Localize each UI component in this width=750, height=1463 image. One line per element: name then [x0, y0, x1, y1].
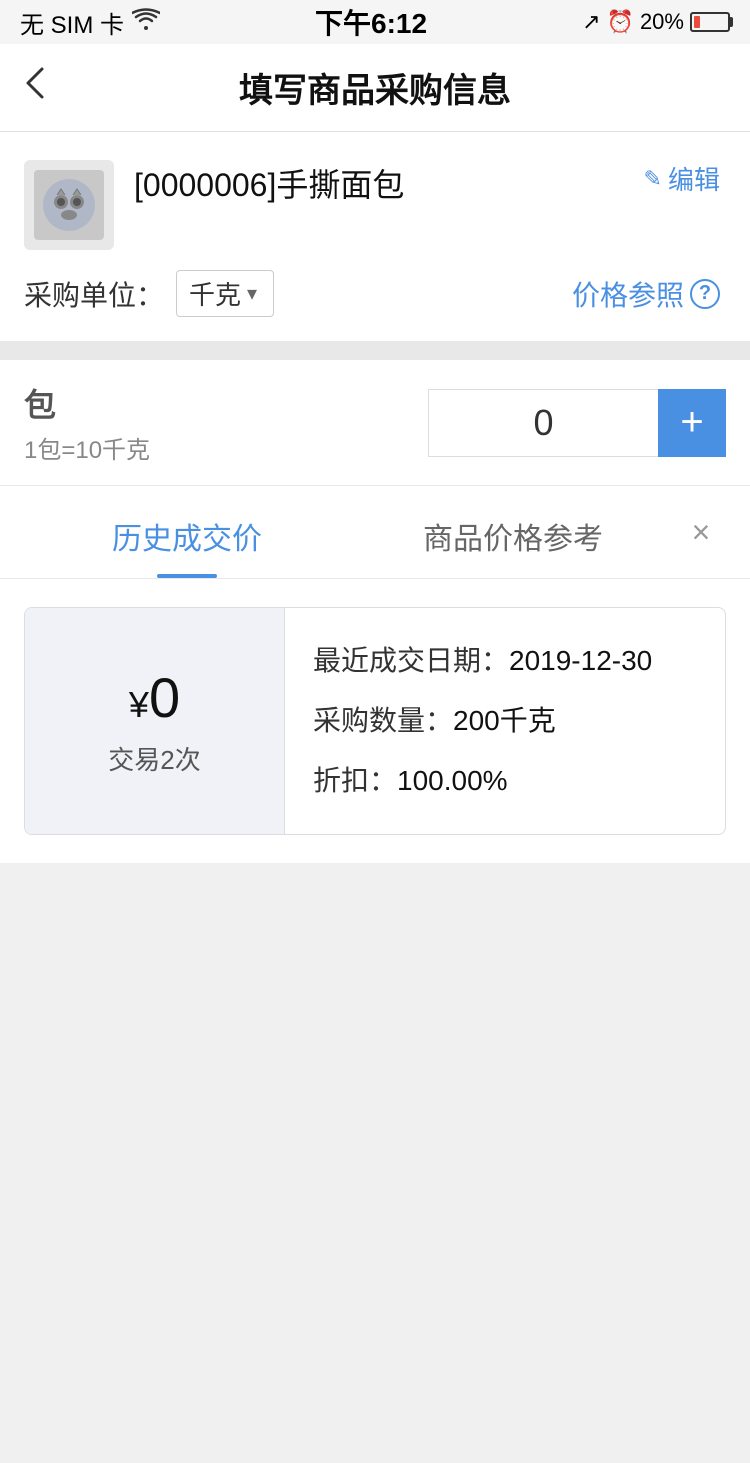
status-left: 无 SIM 卡: [20, 5, 160, 40]
detail3-label: 折扣：: [313, 765, 397, 796]
page-footer: [0, 863, 750, 1463]
quantity-input[interactable]: 0: [428, 389, 658, 457]
quantity-label: 包 1包=10千克: [24, 380, 150, 465]
edit-label: 编辑: [668, 160, 720, 197]
detail1-label: 最近成交日期：: [313, 645, 509, 676]
product-thumbnail: [24, 160, 114, 250]
history-trades: 交易2次: [108, 740, 200, 777]
status-bar: 无 SIM 卡 下午6:12 ↗ ⏰ 20%: [0, 0, 750, 44]
price-symbol: ¥: [129, 684, 149, 725]
nav-bar: 填写商品采购信息: [0, 44, 750, 132]
quantity-plus-button[interactable]: +: [658, 389, 726, 457]
purchase-unit-row: 采购单位： 千克 价格参照 ?: [24, 270, 720, 317]
unit-value: 千克: [189, 275, 241, 312]
detail1-value: 2019-12-30: [509, 645, 652, 676]
quantity-row: 包 1包=10千克 0 +: [0, 360, 750, 486]
purchase-unit-left: 采购单位： 千克: [24, 270, 274, 317]
product-edit-button[interactable]: ✎ 编辑: [644, 160, 720, 197]
quantity-input-group: 0 +: [428, 389, 726, 457]
tab-history-price[interactable]: 历史成交价: [24, 486, 350, 578]
price-ref-button[interactable]: 价格参照 ?: [572, 274, 720, 314]
history-detail-row-3: 折扣：100.00%: [313, 760, 697, 802]
tabs-header: 历史成交价 商品价格参考 ×: [0, 486, 750, 579]
section-divider: [0, 342, 750, 360]
purchase-unit-label: 采购单位：: [24, 274, 164, 314]
status-right: ↗ ⏰ 20%: [582, 9, 730, 35]
history-card-left: ¥0 交易2次: [25, 608, 285, 834]
back-button[interactable]: [24, 65, 46, 110]
alarm-icon: ⏰: [607, 9, 634, 35]
tab-close-button[interactable]: ×: [676, 507, 726, 557]
quantity-conversion: 1包=10千克: [24, 430, 150, 465]
help-icon[interactable]: ?: [690, 279, 720, 309]
status-time: 下午6:12: [315, 2, 427, 42]
price-value: 0: [149, 666, 180, 729]
price-ref-label: 价格参照: [572, 274, 684, 314]
product-header: [0000006]手撕面包 ✎ 编辑: [24, 160, 720, 250]
quantity-unit-name: 包: [24, 380, 150, 426]
detail2-value: 200千克: [453, 705, 556, 736]
detail3-value: 100.00%: [397, 765, 508, 796]
product-thumb-inner: [34, 170, 104, 240]
quantity-value: 0: [533, 402, 553, 444]
product-name: [0000006]手撕面包: [134, 160, 404, 206]
location-icon: ↗: [582, 9, 600, 35]
unit-dropdown[interactable]: 千克: [176, 270, 274, 317]
history-detail-row-2: 采购数量：200千克: [313, 700, 697, 742]
wifi-icon: [132, 8, 160, 37]
tabs-panel: 历史成交价 商品价格参考 × ¥0 交易2次 最近成交日期：2019-12-30: [0, 486, 750, 863]
history-price: ¥0: [129, 665, 180, 730]
product-left: [0000006]手撕面包: [24, 160, 404, 250]
history-card-right: 最近成交日期：2019-12-30 采购数量：200千克 折扣：100.00%: [285, 608, 725, 834]
history-content: ¥0 交易2次 最近成交日期：2019-12-30 采购数量：200千克 折扣：…: [0, 579, 750, 863]
edit-icon: ✎: [644, 166, 662, 192]
carrier-label: 无 SIM 卡: [20, 5, 124, 40]
product-card: [0000006]手撕面包 ✎ 编辑 采购单位： 千克 价格参照 ?: [0, 132, 750, 342]
detail2-label: 采购数量：: [313, 705, 453, 736]
battery-icon: [690, 12, 730, 32]
history-detail-row-1: 最近成交日期：2019-12-30: [313, 640, 697, 682]
battery-pct: 20%: [640, 9, 684, 35]
page-title: 填写商品采购信息: [239, 63, 511, 112]
history-card: ¥0 交易2次 最近成交日期：2019-12-30 采购数量：200千克 折扣：…: [24, 607, 726, 835]
tab-product-price-ref[interactable]: 商品价格参考: [350, 486, 676, 578]
